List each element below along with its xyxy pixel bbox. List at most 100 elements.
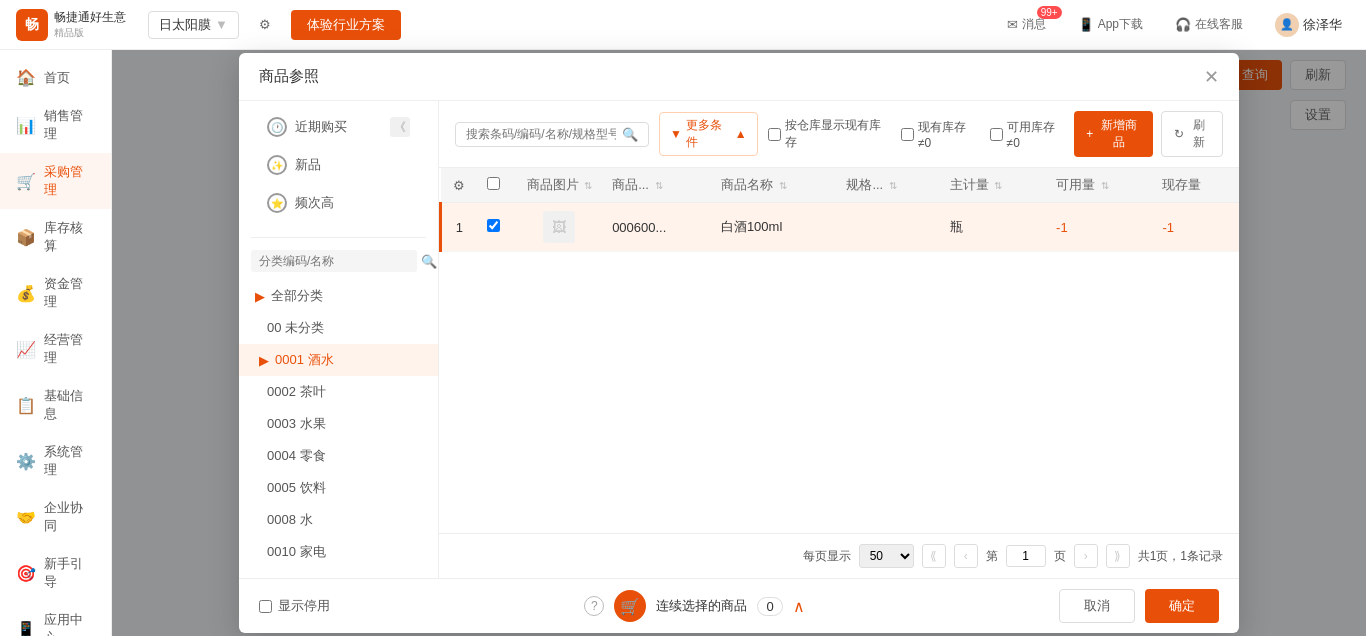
product-table: ⚙ 商品图片 ⇅ [439, 168, 1239, 252]
show-disabled-section: 显示停用 [259, 597, 330, 615]
cancel-button[interactable]: 取消 [1059, 589, 1135, 623]
star-icon: ⭐ [267, 193, 287, 213]
quick-access-section: 🕐 近期购买 《 ✨ 新品 ⭐ 频次高 [239, 111, 438, 229]
category-00[interactable]: 00 未分类 [239, 312, 438, 344]
refresh-table-button[interactable]: ↻ 刷新 [1161, 111, 1223, 157]
category-0003[interactable]: 0003 水果 [239, 408, 438, 440]
col-unit-header: 主计量 ⇅ [940, 168, 1046, 203]
footer-collapse-button[interactable]: ∧ [793, 597, 805, 616]
message-badge: 99+ [1037, 6, 1062, 19]
warehouse-checkbox[interactable] [768, 128, 781, 141]
row-code: 000600... [602, 203, 711, 252]
settings-cog-icon[interactable]: ⚙ [453, 178, 465, 193]
category-0001[interactable]: ▶ 0001 酒水 [239, 344, 438, 376]
modal-close-button[interactable]: ✕ [1204, 68, 1219, 86]
sort-spec-icon: ⇅ [889, 180, 897, 191]
apps-icon: 📱 [16, 620, 36, 637]
row-num: 1 [441, 203, 477, 252]
sort-code-icon: ⇅ [655, 180, 663, 191]
sidebar-item-basic[interactable]: 📋 基础信息 [0, 377, 111, 433]
sidebar-item-system[interactable]: ⚙️ 系统管理 [0, 433, 111, 489]
sidebar-item-collab[interactable]: 🤝 企业协同 [0, 489, 111, 545]
main-content: 查询 刷新 设置 商品参照 ✕ 🕐 [112, 50, 1366, 636]
settings-icon-btn[interactable]: ⚙ [251, 13, 279, 36]
add-product-button[interactable]: + 新增商品 [1074, 111, 1153, 157]
nav-right: ✉ 消息 99+ 📱 App下载 🎧 在线客服 👤 徐泽华 [999, 9, 1350, 41]
app-download-button[interactable]: 📱 App下载 [1070, 12, 1151, 37]
page-size-select[interactable]: 50 100 200 [859, 544, 914, 568]
checkbox-stock-nonzero[interactable]: 现有库存≠0 [901, 119, 976, 150]
sidebar: 🏠 首页 📊 销售管理 🛒 采购管理 📦 库存核算 💰 资金管理 📈 经营管理 … [0, 50, 112, 636]
row-available: -1 [1046, 203, 1152, 252]
col-checkbox [477, 168, 517, 203]
user-menu[interactable]: 👤 徐泽华 [1267, 9, 1350, 41]
help-icon[interactable]: ? [584, 596, 604, 616]
table-row[interactable]: 1 🖼 [441, 203, 1240, 252]
category-all[interactable]: ▶ 全部分类 [239, 280, 438, 312]
category-0002[interactable]: 0002 茶叶 [239, 376, 438, 408]
avatar: 👤 [1275, 13, 1299, 37]
available-nonzero-checkbox[interactable] [990, 128, 1003, 141]
more-filter-button[interactable]: ▼ 更多条件 ▲ [659, 112, 758, 156]
sidebar-item-business[interactable]: 📈 经营管理 [0, 321, 111, 377]
main-layout: 🏠 首页 📊 销售管理 🛒 采购管理 📦 库存核算 💰 资金管理 📈 经营管理 … [0, 50, 1366, 636]
col-settings: ⚙ [441, 168, 477, 203]
sidebar-item-apps[interactable]: 📱 应用中心 [0, 601, 111, 636]
row-checkbox-cell[interactable] [477, 203, 517, 252]
page-number-input[interactable] [1006, 545, 1046, 567]
category-search-input[interactable] [251, 250, 417, 272]
collab-icon: 🤝 [16, 508, 36, 527]
experience-button[interactable]: 体验行业方案 [291, 10, 401, 40]
last-page-button[interactable]: ⟫ [1106, 544, 1130, 568]
checkbox-warehouse[interactable]: 按仓库显示现有库存 [768, 117, 887, 151]
sidebar-item-inventory[interactable]: 📦 库存核算 [0, 209, 111, 265]
category-search-icon[interactable]: 🔍 [421, 254, 437, 269]
category-0010[interactable]: 0010 家电 [239, 536, 438, 568]
online-service-button[interactable]: 🎧 在线客服 [1167, 12, 1251, 37]
store-selector[interactable]: 日太阳膜 ▼ [148, 11, 239, 39]
sidebar-item-sales[interactable]: 📊 销售管理 [0, 97, 111, 153]
first-page-button[interactable]: ⟪ [922, 544, 946, 568]
sort-available-icon: ⇅ [1101, 180, 1109, 191]
sidebar-item-finance[interactable]: 💰 资金管理 [0, 265, 111, 321]
phone-icon: 📱 [1078, 17, 1094, 32]
col-stock-header: 现存量 [1152, 168, 1239, 203]
row-spec [836, 203, 939, 252]
sidebar-item-purchase[interactable]: 🛒 采购管理 [0, 153, 111, 209]
checkbox-available-nonzero[interactable]: 可用库存≠0 [990, 119, 1065, 150]
modal-footer: 显示停用 ? 🛒 连续选择的商品 0 ∧ 取消 确定 [239, 578, 1239, 633]
confirm-button[interactable]: 确定 [1145, 589, 1219, 623]
inventory-icon: 📦 [16, 228, 36, 247]
quick-item-frequent[interactable]: ⭐ 频次高 [255, 187, 422, 219]
search-icon[interactable]: 🔍 [622, 127, 638, 142]
image-placeholder-icon: 🖼 [552, 219, 566, 235]
gear-icon: ⚙ [259, 17, 271, 32]
quick-item-recent[interactable]: 🕐 近期购买 《 [255, 111, 422, 143]
category-0005[interactable]: 0005 饮料 [239, 472, 438, 504]
stock-nonzero-checkbox[interactable] [901, 128, 914, 141]
show-disabled-checkbox[interactable] [259, 600, 272, 613]
sidebar-item-home[interactable]: 🏠 首页 [0, 58, 111, 97]
product-search-input[interactable] [466, 127, 616, 141]
category-0008[interactable]: 0008 水 [239, 504, 438, 536]
product-reference-modal: 商品参照 ✕ 🕐 近期购买 《 [239, 53, 1239, 633]
sidebar-item-guide[interactable]: 🎯 新手引导 [0, 545, 111, 601]
filter-icon: ▼ [670, 127, 682, 141]
category-0004[interactable]: 0004 零食 [239, 440, 438, 472]
plus-icon: + [1086, 127, 1093, 141]
sort-image-icon: ⇅ [584, 180, 592, 191]
collapse-button[interactable]: 《 [390, 117, 410, 137]
logo-area: 畅 畅捷通好生意 精品版 [16, 9, 136, 41]
quick-item-new[interactable]: ✨ 新品 [255, 149, 422, 181]
select-all-checkbox[interactable] [487, 177, 500, 190]
headset-icon: 🎧 [1175, 17, 1191, 32]
system-icon: ⚙️ [16, 452, 36, 471]
prev-page-button[interactable]: ‹ [954, 544, 978, 568]
col-name-header: 商品名称 ⇅ [711, 168, 836, 203]
cart-icon[interactable]: 🛒 [614, 590, 646, 622]
next-page-button[interactable]: › [1074, 544, 1098, 568]
row-checkbox[interactable] [487, 219, 500, 232]
top-navigation: 畅 畅捷通好生意 精品版 日太阳膜 ▼ ⚙ 体验行业方案 ✉ 消息 99+ 📱 … [0, 0, 1366, 50]
message-button[interactable]: ✉ 消息 99+ [999, 12, 1054, 37]
sort-name-icon: ⇅ [779, 180, 787, 191]
